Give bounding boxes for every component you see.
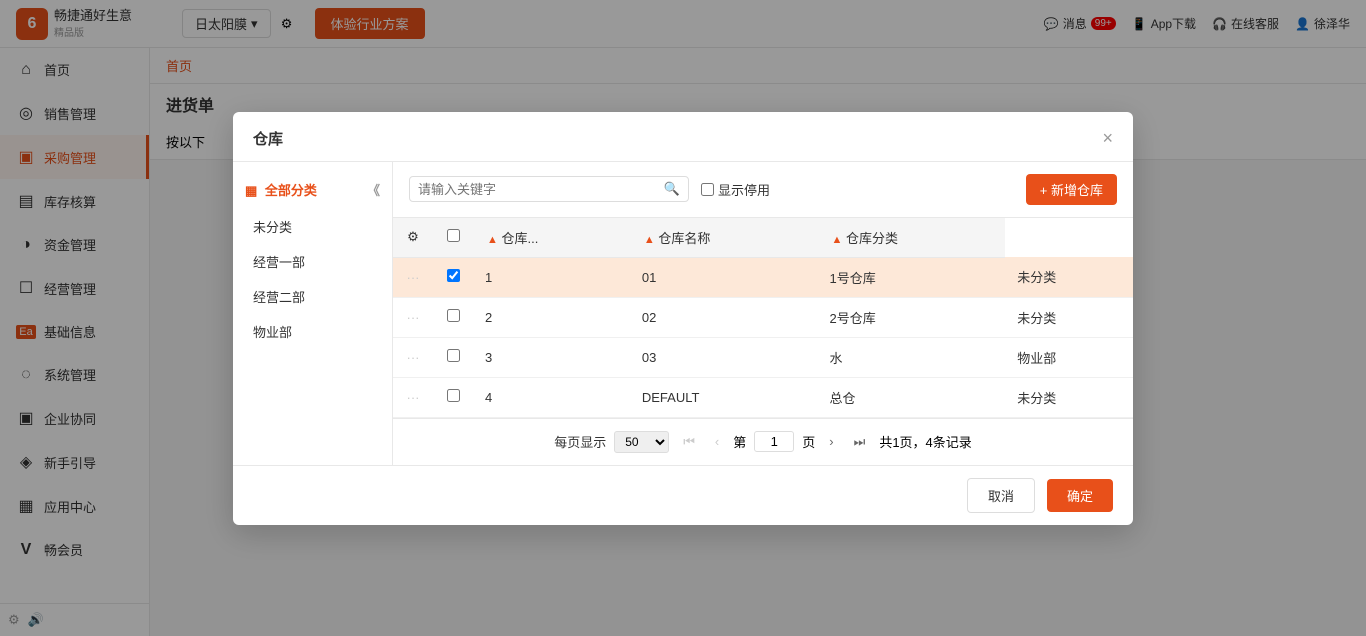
- category-item-dept2[interactable]: 经营二部: [233, 279, 392, 314]
- modal-header: 仓库 ×: [233, 112, 1133, 162]
- row-checkbox[interactable]: [433, 377, 473, 417]
- first-page-button[interactable]: ⏮: [677, 432, 701, 452]
- show-disabled-checkbox[interactable]: 显示停用: [701, 180, 770, 199]
- grid-icon: ▦: [245, 183, 257, 198]
- last-page-button[interactable]: ⏭: [848, 432, 872, 452]
- page-label: 第: [733, 432, 746, 451]
- select-all-checkbox[interactable]: [447, 229, 460, 242]
- row-num: 2: [473, 297, 630, 337]
- row-checkbox[interactable]: [433, 337, 473, 377]
- row-code: 01: [630, 257, 818, 297]
- row-category: 物业部: [1005, 337, 1133, 377]
- row-actions[interactable]: ···: [393, 257, 433, 297]
- show-disabled-label: 显示停用: [718, 180, 770, 199]
- col-gear: ⚙: [393, 218, 433, 258]
- table-row[interactable]: ··· 4 DEFAULT 总仓 未分类: [393, 377, 1133, 417]
- per-page-select[interactable]: 50 100: [614, 431, 669, 453]
- sort-icon-cat: ▲: [832, 234, 843, 246]
- add-warehouse-button[interactable]: + 新增仓库: [1026, 174, 1117, 205]
- row-num: 1: [473, 257, 630, 297]
- row-code: 02: [630, 297, 818, 337]
- category-header: ▦ 全部分类 《: [233, 174, 392, 209]
- pagination: 每页显示 50 100 ⏮ ‹ 第 页 › ⏭ 共1页，4条记录: [393, 418, 1133, 465]
- all-category-label[interactable]: 全部分类: [265, 183, 317, 198]
- row-num: 3: [473, 337, 630, 377]
- warehouse-modal: 仓库 × ▦ 全部分类 《 未分类 经营一部 经营二部 物业部: [233, 112, 1133, 525]
- row-code: DEFAULT: [630, 377, 818, 417]
- row-name: 1号仓库: [818, 257, 1006, 297]
- col-category: ▲ 仓库分类: [818, 218, 1006, 258]
- row-actions[interactable]: ···: [393, 377, 433, 417]
- row-checkbox[interactable]: [433, 297, 473, 337]
- category-panel: ▦ 全部分类 《 未分类 经营一部 经营二部 物业部: [233, 162, 393, 465]
- page-input[interactable]: [754, 431, 794, 452]
- row-category: 未分类: [1005, 297, 1133, 337]
- next-page-button[interactable]: ›: [823, 432, 839, 451]
- confirm-button[interactable]: 确定: [1047, 479, 1113, 512]
- content-panel: 🔍 显示停用 + 新增仓库 ⚙: [393, 162, 1133, 465]
- cancel-button[interactable]: 取消: [967, 478, 1035, 513]
- row-checkbox[interactable]: [433, 257, 473, 297]
- sort-icon-name: ▲: [644, 234, 655, 246]
- row-actions[interactable]: ···: [393, 337, 433, 377]
- row-name: 总仓: [818, 377, 1006, 417]
- table-row[interactable]: ··· 2 02 2号仓库 未分类: [393, 297, 1133, 337]
- modal-overlay[interactable]: 仓库 × ▦ 全部分类 《 未分类 经营一部 经营二部 物业部: [0, 0, 1366, 636]
- row-actions[interactable]: ···: [393, 297, 433, 337]
- page-unit: 页: [802, 432, 815, 451]
- search-box: 🔍: [409, 176, 689, 202]
- modal-toolbar: 🔍 显示停用 + 新增仓库: [393, 162, 1133, 218]
- total-info: 共1页，4条记录: [879, 432, 971, 451]
- per-page-label: 每页显示: [554, 432, 606, 451]
- search-input[interactable]: [418, 182, 660, 197]
- sort-icon: ▲: [487, 234, 498, 246]
- row-name: 2号仓库: [818, 297, 1006, 337]
- col-gear-icon: ⚙: [407, 229, 419, 244]
- warehouse-table: ⚙ ▲ 仓库... ▲: [393, 218, 1133, 418]
- row-num: 4: [473, 377, 630, 417]
- col-checkbox: [433, 218, 473, 258]
- warehouse-table-wrap: ⚙ ▲ 仓库... ▲: [393, 218, 1133, 418]
- modal-footer: 取消 确定: [233, 465, 1133, 525]
- category-item-dept1[interactable]: 经营一部: [233, 244, 392, 279]
- col-code: ▲ 仓库...: [473, 218, 630, 258]
- table-row[interactable]: ··· 1 01 1号仓库 未分类: [393, 257, 1133, 297]
- row-name: 水: [818, 337, 1006, 377]
- table-row[interactable]: ··· 3 03 水 物业部: [393, 337, 1133, 377]
- row-category: 未分类: [1005, 377, 1133, 417]
- modal-title: 仓库: [253, 128, 283, 149]
- category-item-property[interactable]: 物业部: [233, 314, 392, 349]
- search-icon[interactable]: 🔍: [664, 181, 680, 197]
- show-disabled-input[interactable]: [701, 183, 714, 196]
- modal-body: ▦ 全部分类 《 未分类 经营一部 经营二部 物业部 🔍: [233, 162, 1133, 465]
- collapse-icon[interactable]: 《: [367, 180, 380, 199]
- category-item-unclassified[interactable]: 未分类: [233, 209, 392, 244]
- row-category: 未分类: [1005, 257, 1133, 297]
- modal-close-button[interactable]: ×: [1102, 128, 1113, 149]
- row-code: 03: [630, 337, 818, 377]
- prev-page-button[interactable]: ‹: [709, 432, 725, 451]
- col-name: ▲ 仓库名称: [630, 218, 818, 258]
